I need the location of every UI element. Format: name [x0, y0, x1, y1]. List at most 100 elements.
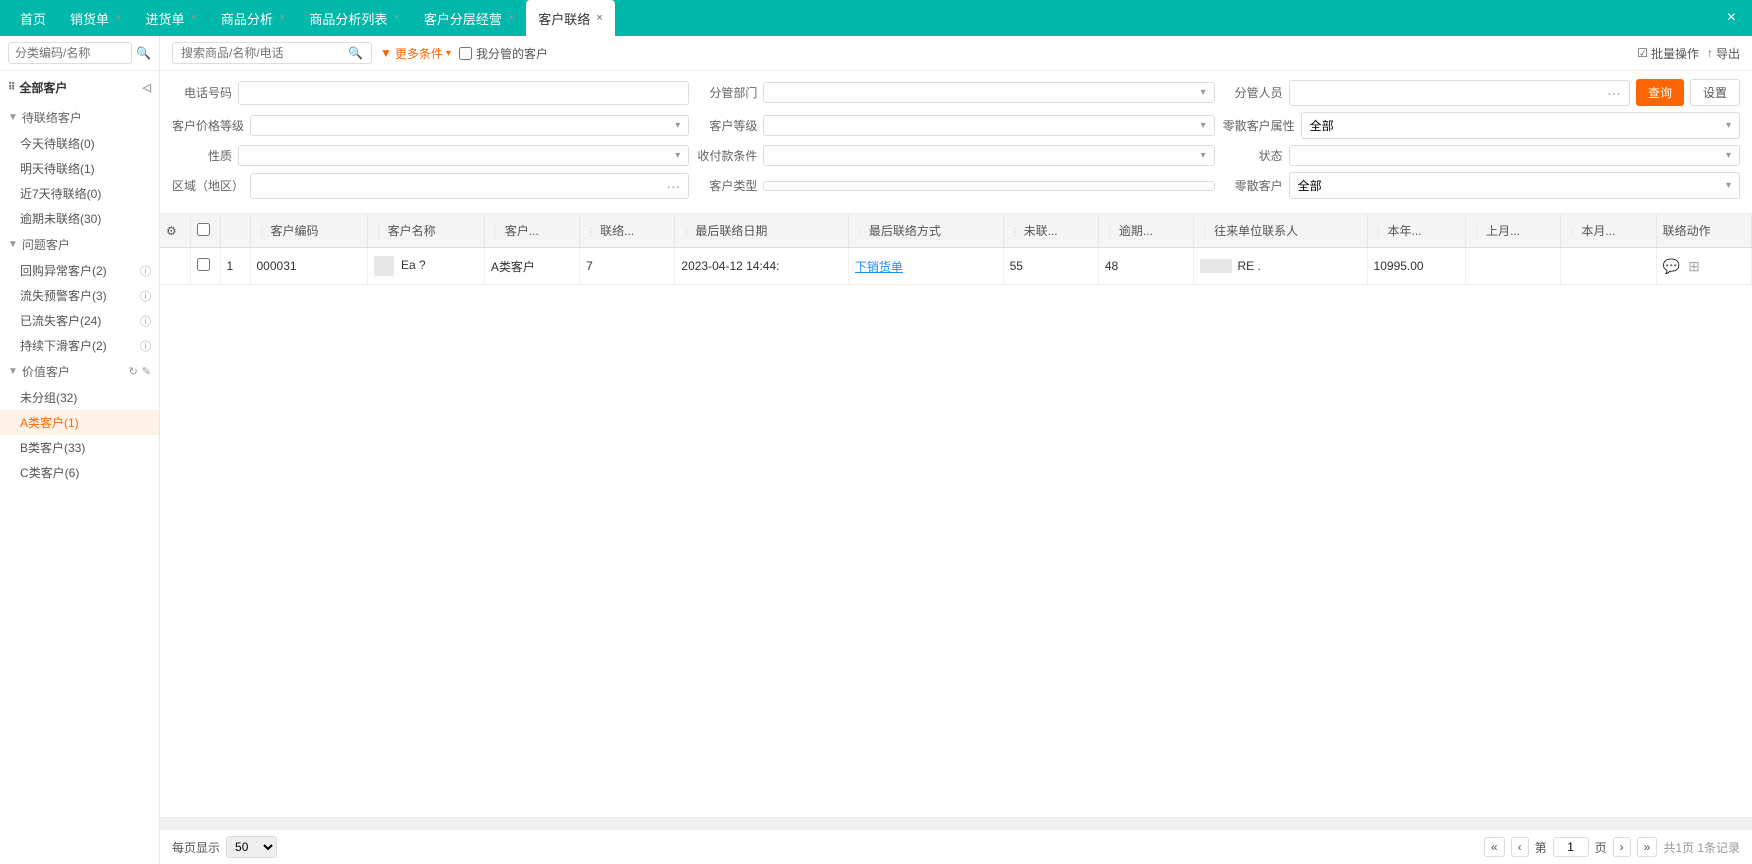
grid-icon: ⠿: [8, 82, 15, 93]
th-customer-type[interactable]: ⋮客户...: [484, 214, 579, 248]
method-link[interactable]: 下销货单: [855, 260, 903, 274]
cell-code: 000031: [250, 248, 367, 285]
payment-select[interactable]: ▾: [763, 145, 1214, 166]
customer-table: ⚙ ⋮客户编码 ⋮客户名称 ⋮客户... ⋮联络... ⋮最后联络日期 ⋮最后联…: [160, 214, 1752, 285]
grid-action-icon[interactable]: ⊞: [1688, 258, 1700, 275]
close-purchase-order[interactable]: ×: [190, 12, 196, 24]
nav-product-analysis-list[interactable]: 商品分析列表 ×: [297, 0, 411, 36]
nav-close-all[interactable]: ×: [1719, 9, 1744, 27]
first-page-btn[interactable]: «: [1484, 837, 1505, 857]
sidebar-item-class-a[interactable]: A类客户(1): [0, 410, 159, 435]
nav-purchase-order[interactable]: 进货单 ×: [133, 0, 208, 36]
th-code[interactable]: ⋮客户编码: [250, 214, 367, 248]
sidebar-item-class-c[interactable]: C类客户(6): [0, 460, 159, 485]
batch-icon: ☑: [1637, 46, 1648, 60]
close-product-analysis-list[interactable]: ×: [393, 12, 399, 24]
sidebar-item-tomorrow[interactable]: 明天待联络(1): [0, 156, 159, 181]
th-last-contact-method[interactable]: ⋮最后联络方式: [848, 214, 1003, 248]
nav-product-analysis[interactable]: 商品分析 ×: [209, 0, 297, 36]
cell-checkbox: [190, 248, 220, 285]
th-name[interactable]: ⋮客户名称: [367, 214, 484, 248]
my-customer-checkbox-area[interactable]: 我分管的客户: [459, 45, 548, 62]
retail-attr-select[interactable]: 全部 ▾: [1301, 112, 1740, 139]
query-btn[interactable]: 查询: [1636, 79, 1684, 106]
nature-arrow: ▾: [675, 150, 680, 161]
th-company-contact[interactable]: ⋮往来单位联系人: [1194, 214, 1367, 248]
next-page-btn[interactable]: ›: [1613, 837, 1631, 857]
th-this-year[interactable]: ⋮本年...: [1367, 214, 1465, 248]
phone-input[interactable]: [238, 81, 689, 105]
nav-sales-order[interactable]: 销货单 ×: [58, 0, 133, 36]
th-last-month[interactable]: ⋮上月...: [1466, 214, 1561, 248]
toolbar-search-input[interactable]: [181, 46, 348, 60]
retail-select[interactable]: 全部 ▾: [1289, 172, 1740, 199]
row-checkbox[interactable]: [197, 258, 210, 271]
status-select[interactable]: ▾: [1289, 145, 1740, 166]
message-icon[interactable]: 💬: [1663, 258, 1680, 275]
refresh-icon[interactable]: ↻: [129, 365, 138, 378]
close-product-analysis[interactable]: ×: [279, 12, 285, 24]
nav-customer-segment[interactable]: 客户分层经营 ×: [412, 0, 526, 36]
settings-btn[interactable]: 设置: [1690, 79, 1740, 106]
edit-icon[interactable]: ✎: [142, 365, 151, 378]
sidebar-item-declining[interactable]: 持续下滑客户(2) ⓘ: [0, 333, 159, 358]
my-customer-checkbox[interactable]: [459, 47, 472, 60]
sidebar-item-today[interactable]: 今天待联络(0): [0, 131, 159, 156]
th-checkbox: [190, 214, 220, 248]
cell-name[interactable]: Ea ?: [367, 248, 484, 285]
table-header-row: ⚙ ⋮客户编码 ⋮客户名称 ⋮客户... ⋮联络... ⋮最后联络日期 ⋮最后联…: [160, 214, 1752, 248]
export-btn[interactable]: ↑ 导出: [1707, 45, 1740, 62]
select-all-checkbox[interactable]: [197, 223, 210, 236]
sidebar-item-class-b[interactable]: B类客户(33): [0, 435, 159, 460]
sidebar-item-churned[interactable]: 已流失客户(24) ⓘ: [0, 308, 159, 333]
cell-contact-count: 7: [580, 248, 675, 285]
sidebar-group-pending[interactable]: ▼ 待联络客户: [0, 104, 159, 131]
sidebar-item-ungrouped[interactable]: 未分组(32): [0, 385, 159, 410]
toolbar-search-icon[interactable]: 🔍: [348, 46, 363, 60]
region-dots-icon[interactable]: ···: [666, 178, 680, 194]
th-no-contact[interactable]: ⋮未联...: [1003, 214, 1098, 248]
sidebar-item-overdue[interactable]: 逾期未联络(30): [0, 206, 159, 231]
nav-home[interactable]: 首页: [8, 0, 58, 36]
close-customer-segment[interactable]: ×: [508, 12, 514, 24]
close-customer-contact[interactable]: ×: [596, 12, 602, 24]
table-area: ⚙ ⋮客户编码 ⋮客户名称 ⋮客户... ⋮联络... ⋮最后联络日期 ⋮最后联…: [160, 214, 1752, 817]
th-contact[interactable]: ⋮联络...: [580, 214, 675, 248]
col-resize-name: ⋮: [374, 227, 384, 238]
last-page-btn[interactable]: »: [1637, 837, 1658, 857]
gear-icon[interactable]: ⚙: [166, 224, 177, 238]
sidebar-item-repurchase[interactable]: 回购异常客户(2) ⓘ: [0, 258, 159, 283]
th-gear[interactable]: ⚙: [160, 214, 190, 248]
top-navigation: 首页 销货单 × 进货单 × 商品分析 × 商品分析列表 × 客户分层经营 × …: [0, 0, 1752, 36]
sidebar-search-input[interactable]: [8, 42, 132, 64]
prev-page-btn[interactable]: ‹: [1511, 837, 1529, 857]
sidebar-collapse-icon[interactable]: ◁: [143, 81, 151, 94]
sidebar-group-value[interactable]: ▼ 价值客户 ↻ ✎: [0, 358, 159, 385]
close-sales-order[interactable]: ×: [115, 12, 121, 24]
th-last-contact-date[interactable]: ⋮最后联络日期: [675, 214, 849, 248]
sidebar-item-churn-warning[interactable]: 流失预警客户(3) ⓘ: [0, 283, 159, 308]
sidebar-all-customers[interactable]: ⠿ 全部客户 ◁: [0, 71, 159, 104]
sidebar-group-problem[interactable]: ▼ 问题客户: [0, 231, 159, 258]
dept-select[interactable]: ▾: [763, 82, 1214, 103]
customer-type-select[interactable]: [763, 181, 1214, 191]
page-number-input[interactable]: [1553, 837, 1589, 857]
customer-level-select[interactable]: ▾: [763, 115, 1214, 136]
region-select[interactable]: ···: [250, 173, 689, 199]
manager-dots-icon[interactable]: ···: [1607, 85, 1621, 101]
sidebar-item-7days[interactable]: 近7天待联络(0): [0, 181, 159, 206]
th-overdue[interactable]: ⋮逾期...: [1098, 214, 1193, 248]
manager-select[interactable]: ···: [1289, 80, 1630, 106]
sidebar-search-icon[interactable]: 🔍: [136, 46, 151, 60]
per-page-select[interactable]: 50 100 200: [226, 836, 277, 858]
th-index: [220, 214, 250, 248]
nature-select[interactable]: ▾: [238, 145, 689, 166]
th-this-month[interactable]: ⋮本月...: [1561, 214, 1656, 248]
col-resize-type: ⋮: [491, 227, 501, 238]
cell-last-method[interactable]: 下销货单: [848, 248, 1003, 285]
more-filter-btn[interactable]: ▼ 更多条件 ▾: [380, 45, 451, 62]
price-level-select[interactable]: ▾: [250, 115, 689, 136]
batch-op-btn[interactable]: ☑ 批量操作: [1637, 45, 1699, 62]
nav-customer-contact[interactable]: 客户联络 ×: [526, 0, 614, 36]
horizontal-scrollbar[interactable]: [160, 817, 1752, 829]
